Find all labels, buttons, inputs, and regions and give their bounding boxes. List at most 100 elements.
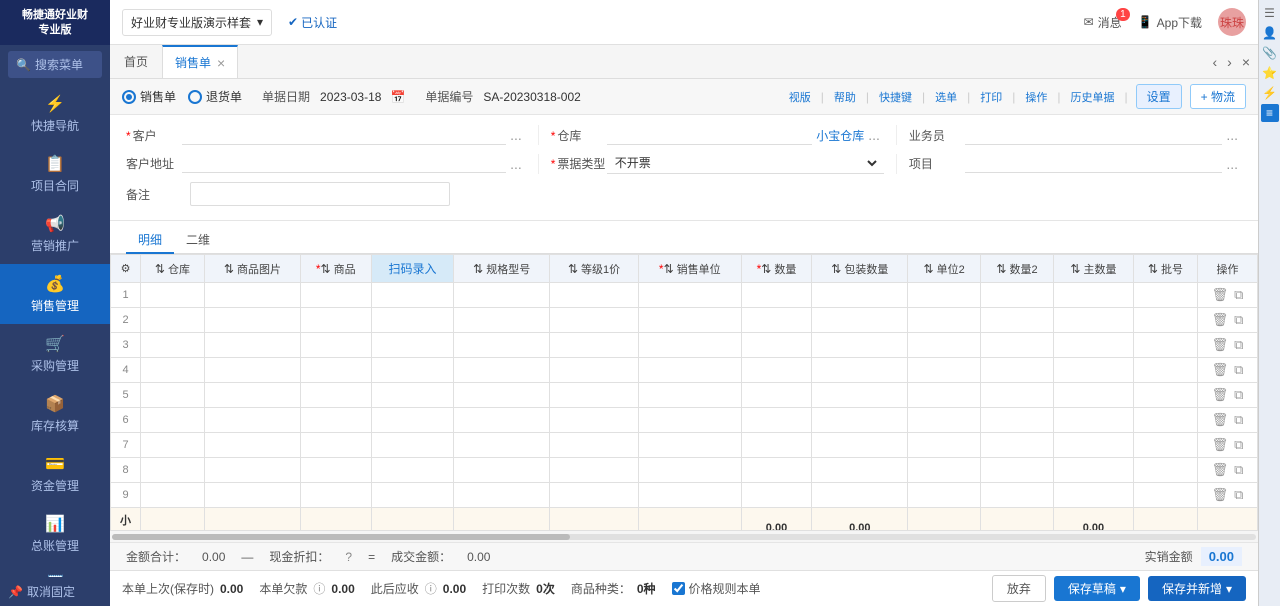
row-copy-9[interactable]: ⧉ (1234, 487, 1243, 503)
deal-label: 成交金额： (391, 548, 451, 565)
tab-detail[interactable]: 明细 (126, 227, 174, 254)
warehouse-picker-icon[interactable]: ... (864, 127, 884, 143)
settings-button[interactable]: 设置 (1136, 84, 1182, 109)
rp-btn-2[interactable]: 👤 (1261, 24, 1279, 42)
row-copy-3[interactable]: ⧉ (1234, 337, 1243, 353)
row-delete-7[interactable]: 🗑 (1212, 437, 1229, 453)
save-new-button[interactable]: 保存并新增 ▾ (1148, 576, 1246, 601)
save-draft-chevron[interactable]: ▾ (1120, 582, 1126, 596)
sidebar-item-accounting[interactable]: 📊总账管理 (0, 504, 110, 564)
toolbar-btn-帮助[interactable]: 帮助 (828, 87, 862, 107)
address-input[interactable] (182, 154, 506, 173)
goods-count-info: 商品种类： 0种 (571, 580, 656, 597)
receivable-label: 此后应收 (371, 580, 419, 597)
sidebar-item-sales[interactable]: 💰销售管理 (0, 264, 110, 324)
row-delete-5[interactable]: 🗑 (1212, 387, 1229, 403)
toolbar-btn-快捷键[interactable]: 快捷键 (873, 87, 918, 107)
abandon-button[interactable]: 放弃 (992, 575, 1046, 602)
receivable-icon[interactable]: ⓘ (425, 580, 437, 597)
row-copy-5[interactable]: ⧉ (1234, 387, 1243, 403)
sidebar-item-project[interactable]: 📋项目合同 (0, 144, 110, 204)
topbar-right: ✉ 消息 1 📱 App下载 珠珠 (1084, 8, 1246, 36)
row-actions-4: 🗑 ⧉ (1202, 362, 1253, 378)
help-icon[interactable]: ? (345, 550, 352, 564)
row-delete-4[interactable]: 🗑 (1212, 362, 1229, 378)
row-copy-8[interactable]: ⧉ (1234, 462, 1243, 478)
row-delete-1[interactable]: 🗑 (1212, 287, 1229, 303)
rp-btn-6[interactable]: ≡ (1261, 104, 1279, 122)
row-copy-7[interactable]: ⧉ (1234, 437, 1243, 453)
project-input[interactable] (965, 154, 1222, 173)
save-new-chevron[interactable]: ▾ (1226, 582, 1232, 596)
rp-btn-5[interactable]: ⚡ (1261, 84, 1279, 102)
row-delete-6[interactable]: 🗑 (1212, 412, 1229, 428)
radio-return-order[interactable]: 退货单 (188, 88, 242, 105)
search-menu-button[interactable]: 🔍 搜索菜单 (8, 51, 102, 78)
project-picker-icon[interactable]: ... (1222, 156, 1242, 172)
scrollbar-thumb (112, 534, 570, 540)
sidebar-item-inventory[interactable]: 📦库存核算 (0, 384, 110, 444)
tab-close-button[interactable]: × (1238, 52, 1254, 72)
sidebar-item-capital[interactable]: 💳资金管理 (0, 444, 110, 504)
tab-sales-order[interactable]: 销售单 × (162, 45, 238, 78)
sidebar-item-purchase[interactable]: 🛒采购管理 (0, 324, 110, 384)
toolbar-btn-历史单据[interactable]: 历史单据 (1065, 87, 1121, 107)
sidebar-item-invoice[interactable]: 🧾发票管理 (0, 564, 110, 577)
company-selector[interactable]: 好业财专业版演示样套 ▾ (122, 9, 272, 36)
form-toolbar: 销售单 退货单 单据日期 2023-03-18 📅 单据编号 SA-202303… (110, 79, 1258, 115)
salesman-input[interactable] (965, 126, 1222, 145)
divider-2 (896, 125, 897, 145)
amount-label: 金额合计： (126, 548, 186, 565)
toolbar-separator: | (922, 90, 925, 104)
row-copy-1[interactable]: ⧉ (1234, 287, 1243, 303)
sidebar-icon-quick-nav: ⚡ (45, 94, 65, 114)
note-textarea[interactable] (190, 182, 450, 206)
toolbar-btn-视版[interactable]: 视版 (783, 87, 817, 107)
invoice-select[interactable]: 不开票 普通发票 专用发票 (611, 155, 880, 171)
sidebar-item-marketing[interactable]: 📢营销推广 (0, 204, 110, 264)
row-delete-3[interactable]: 🗑 (1212, 337, 1229, 353)
search-icon: 🔍 (16, 58, 31, 72)
tab-2d[interactable]: 二维 (174, 227, 222, 254)
row-copy-4[interactable]: ⧉ (1234, 362, 1243, 378)
tab-home[interactable]: 首页 (110, 45, 162, 78)
row-copy-6[interactable]: ⧉ (1234, 412, 1243, 428)
row-delete-8[interactable]: 🗑 (1212, 462, 1229, 478)
toolbar-btn-操作[interactable]: 操作 (1019, 87, 1053, 107)
app-download-button[interactable]: 📱 App下载 (1138, 14, 1202, 31)
user-avatar[interactable]: 珠珠 (1218, 8, 1246, 36)
view-tabs: 明细 二维 (110, 221, 1258, 254)
address-picker-icon[interactable]: ... (506, 156, 526, 172)
row-delete-9[interactable]: 🗑 (1212, 487, 1229, 503)
toolbar-separator: | (1012, 90, 1015, 104)
tab-close-icon[interactable]: × (217, 55, 225, 71)
row-copy-2[interactable]: ⧉ (1234, 312, 1243, 328)
customer-picker-icon[interactable]: ... (506, 127, 526, 143)
th-scan[interactable]: 扫码录入 (371, 255, 454, 283)
sidebar-pin-toggle[interactable]: 📌 取消固定 (0, 577, 110, 606)
warehouse-input[interactable] (607, 126, 812, 145)
save-draft-button[interactable]: 保存草稿 ▾ (1054, 576, 1140, 601)
toolbar-btn-选单[interactable]: 选单 (929, 87, 963, 107)
rp-btn-3[interactable]: 📎 (1261, 44, 1279, 62)
radio-sales-order[interactable]: 销售单 (122, 88, 176, 105)
table-header-row: ⚙ ⇅ 仓库 ⇅ 商品图片 *⇅ 商品 扫码录入 (111, 255, 1258, 283)
sidebar-item-quick-nav[interactable]: ⚡快捷导航 (0, 84, 110, 144)
row-delete-2[interactable]: 🗑 (1212, 312, 1229, 328)
deal-value: 0.00 (467, 550, 490, 564)
salesman-picker-icon[interactable]: ... (1222, 127, 1242, 143)
logistics-button[interactable]: + 物流 (1190, 84, 1246, 109)
customer-input[interactable] (182, 126, 506, 145)
price-rule-checkbox-input[interactable] (672, 582, 685, 595)
warehouse-value: 小宝仓库 (816, 127, 864, 144)
calendar-icon[interactable]: 📅 (390, 90, 405, 104)
debt-icon[interactable]: ⓘ (313, 580, 325, 597)
table-scrollbar[interactable] (110, 530, 1258, 542)
tab-next-button[interactable]: › (1223, 52, 1236, 72)
rp-btn-4[interactable]: ⭐ (1261, 64, 1279, 82)
toolbar-btn-打印[interactable]: 打印 (974, 87, 1008, 107)
tab-prev-button[interactable]: ‹ (1208, 52, 1221, 72)
prev-balance-label: 本单上次(保存时) (122, 580, 214, 597)
message-button[interactable]: ✉ 消息 1 (1084, 14, 1122, 31)
rp-btn-1[interactable]: ☰ (1261, 4, 1279, 22)
